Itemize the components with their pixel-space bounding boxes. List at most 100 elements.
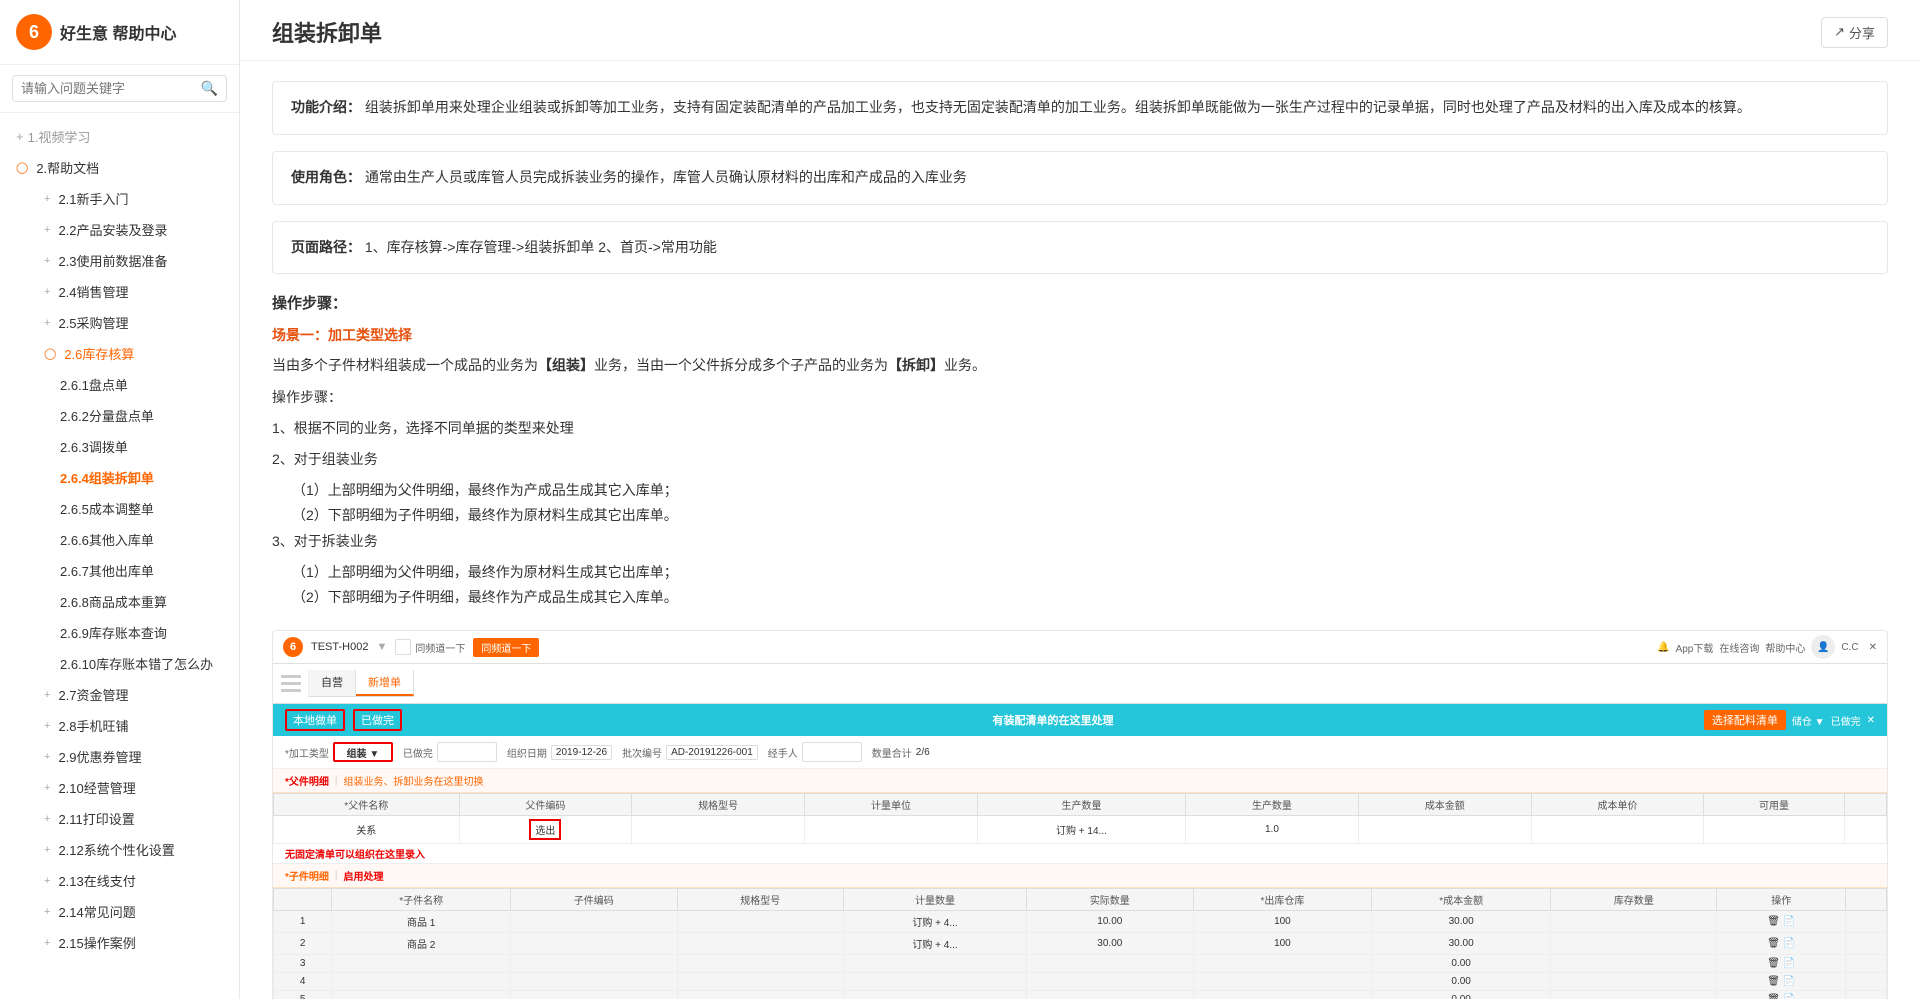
step3-sub1: （1）上部明细为父件明细，最终作为原材料生成其它出库单； <box>292 560 1888 585</box>
steps-title: 操作步骤： <box>272 385 1888 410</box>
sidebar-item-label: 2.13在线支付 <box>58 871 135 890</box>
sidebar-item-s2_11[interactable]: + 2.11打印设置 <box>16 803 239 834</box>
role-text: 通常由生产人员或库管人员完成拆装业务的操作，库管人员确认原材料的出库和产成品的入… <box>365 169 967 185</box>
sidebar-item-help-docs[interactable]: ◯ 2.帮助文档 <box>0 152 239 183</box>
sidebar-item-s2_6_4[interactable]: 2.6.4组装拆卸单 <box>32 462 239 493</box>
sidebar-item-s2_5[interactable]: + 2.5采购管理 <box>16 307 239 338</box>
search-input[interactable] <box>21 81 201 96</box>
sidebar-item-label: 2.15操作案例 <box>58 933 135 952</box>
nav-sub-help: + 2.1新手入门 + 2.2产品安装及登录 + 2.3使用前数据准备 + 2.… <box>0 183 239 958</box>
mock-table-child: *子件名称子件编码规格型号计量数量 实际数量*出库仓库*成本金额库存数量操作 1… <box>273 888 1887 999</box>
sidebar-item-s2_6_8[interactable]: 2.6.8商品成本重算 <box>32 586 239 617</box>
plus-icon-small: + <box>44 875 50 887</box>
scene1-title: 场景一：加工类型选择 <box>272 325 1888 345</box>
sidebar-item-label: 2.7资金管理 <box>58 685 128 704</box>
sidebar-item-s2_10[interactable]: + 2.10经营管理 <box>16 772 239 803</box>
page-header: 组装拆卸单 ↗ 分享 <box>240 0 1920 61</box>
logo-area: 6 好生意 帮助中心 <box>0 0 239 65</box>
plus-icon-small: + <box>44 255 50 267</box>
step2: 2、对于组装业务 <box>272 447 1888 472</box>
sidebar-item-label: 2.6.6其他入库单 <box>60 530 154 549</box>
sidebar-item-s2_4[interactable]: + 2.4销售管理 <box>16 276 239 307</box>
sidebar-item-s2_12[interactable]: + 2.12系统个性化设置 <box>16 834 239 865</box>
sidebar-item-label: 2.6.10库存账本错了怎么办 <box>60 654 213 673</box>
sidebar-item-s2_6_10[interactable]: 2.6.10库存账本错了怎么办 <box>32 648 239 679</box>
sidebar-item-video[interactable]: + 1.视频学习 <box>0 121 239 152</box>
step1: 1、根据不同的业务，选择不同单据的类型来处理 <box>272 416 1888 441</box>
content-area: 功能介绍： 组装拆卸单用来处理企业组装或拆卸等加工业务，支持有固定装配清单的产品… <box>240 61 1920 999</box>
sidebar-item-label: 2.5采购管理 <box>58 313 128 332</box>
share-label: 分享 <box>1849 23 1875 42</box>
sidebar-item-label: 2.14常见问题 <box>58 902 135 921</box>
sidebar-item-label: 2.11打印设置 <box>58 809 134 828</box>
mock-table-parent: *父件名称父件编码规格型号计量单位 生产数量生产数量成本金额成本单价可用量 关系… <box>273 793 1887 844</box>
mock-header-annotation: 有装配清单的在这里处理 <box>992 712 1113 728</box>
sidebar-item-label: 2.8手机旺铺 <box>58 716 128 735</box>
search-box[interactable]: 🔍 <box>12 75 227 102</box>
share-icon: ↗ <box>1834 24 1845 40</box>
sidebar-item-s2_8[interactable]: + 2.8手机旺铺 <box>16 710 239 741</box>
search-icon: 🔍 <box>201 80 218 97</box>
sidebar-item-s2_6_7[interactable]: 2.6.7其他出库单 <box>32 555 239 586</box>
mock-tab-new[interactable]: 新增单 <box>356 670 414 696</box>
mock-title: TEST-H002 <box>311 641 368 653</box>
plus-icon-small: + <box>44 782 50 794</box>
sidebar-item-s2_3[interactable]: + 2.3使用前数据准备 <box>16 245 239 276</box>
step2-sub1: （1）上部明细为父件明细，最终作为产成品生成其它入库单； <box>292 478 1888 503</box>
sidebar-item-s2_6_1[interactable]: 2.6.1盘点单 <box>32 369 239 400</box>
sidebar-item-label: 2.6.4组装拆卸单 <box>60 468 154 487</box>
sidebar-item-label: 2.4销售管理 <box>58 282 128 301</box>
page-title: 组装拆卸单 <box>272 16 382 48</box>
nav-tree: + 1.视频学习 ◯ 2.帮助文档 + 2.1新手入门 + 2.2产品安装及登录… <box>0 113 239 999</box>
share-button[interactable]: ↗ 分享 <box>1821 17 1888 48</box>
sidebar-item-s2_6_6[interactable]: 2.6.6其他入库单 <box>32 524 239 555</box>
sidebar-item-s2_2[interactable]: + 2.2产品安装及登录 <box>16 214 239 245</box>
plus-icon-small: + <box>44 720 50 732</box>
step3-sub2: （2）下部明细为子件明细，最终作为产成品生成其它入库单。 <box>292 585 1888 610</box>
sidebar-item-label: 2.12系统个性化设置 <box>58 840 174 859</box>
plus-icon-small: + <box>44 751 50 763</box>
step2-subs: （1）上部明细为父件明细，最终作为产成品生成其它入库单； （2）下部明细为子件明… <box>272 478 1888 528</box>
sidebar-item-s2_14[interactable]: + 2.14常见问题 <box>16 896 239 927</box>
search-area: 🔍 <box>0 65 239 113</box>
plus-icon-small: + <box>44 906 50 918</box>
sidebar-item-s2_6_2[interactable]: 2.6.2分量盘点单 <box>32 400 239 431</box>
sidebar-item-s2_7[interactable]: + 2.7资金管理 <box>16 679 239 710</box>
plus-icon-small: + <box>44 193 50 205</box>
role-label: 使用角色： <box>291 169 361 185</box>
main-content: 组装拆卸单 ↗ 分享 功能介绍： 组装拆卸单用来处理企业组装或拆卸等加工业务，支… <box>240 0 1920 999</box>
sidebar-item-s2_9[interactable]: + 2.9优惠券管理 <box>16 741 239 772</box>
minus-icon: ◯ <box>16 161 28 174</box>
func-intro-box: 功能介绍： 组装拆卸单用来处理企业组装或拆卸等加工业务，支持有固定装配清单的产品… <box>272 81 1888 135</box>
sidebar-item-s2_6[interactable]: ◯ 2.6库存核算 <box>16 338 239 369</box>
path-box: 页面路径： 1、库存核算->库存管理->组装拆卸单 2、首页->常用功能 <box>272 221 1888 275</box>
step3-subs: （1）上部明细为父件明细，最终作为原材料生成其它出库单； （2）下部明细为子件明… <box>272 560 1888 610</box>
sidebar-item-label: 2.2产品安装及登录 <box>58 220 167 239</box>
nav-sub-inventory: 2.6.1盘点单 2.6.2分量盘点单 2.6.3调拨单 2.6.4组装拆卸单 … <box>16 369 239 679</box>
plus-icon-small: + <box>44 813 50 825</box>
plus-icon-small: + <box>44 689 50 701</box>
plus-icon: + <box>16 129 24 144</box>
sidebar-item-label: 2.6.1盘点单 <box>60 375 128 394</box>
sidebar-item-s2_6_3[interactable]: 2.6.3调拨单 <box>32 431 239 462</box>
func-intro-text: 组装拆卸单用来处理企业组装或拆卸等加工业务，支持有固定装配清单的产品加工业务，也… <box>365 99 1751 115</box>
sidebar-item-label: 2.6库存核算 <box>64 344 134 363</box>
sidebar-item-s2_1[interactable]: + 2.1新手入门 <box>16 183 239 214</box>
path-label: 页面路径： <box>291 239 361 255</box>
section-label-parent: *父件明细 <box>285 773 329 788</box>
plus-icon-small: + <box>44 224 50 236</box>
sidebar-item-label: 2.9优惠券管理 <box>58 747 141 766</box>
sidebar-item-label: 2.10经营管理 <box>58 778 135 797</box>
mock-tab-zying[interactable]: 自营 <box>309 670 356 696</box>
sidebar-item-s2_6_9[interactable]: 2.6.9库存账本查询 <box>32 617 239 648</box>
sidebar-item-s2_15[interactable]: + 2.15操作案例 <box>16 927 239 958</box>
sidebar-item-s2_6_5[interactable]: 2.6.5成本调整单 <box>32 493 239 524</box>
minus-icon-small: ◯ <box>44 347 56 360</box>
ops-title: 操作步骤： <box>272 292 1888 313</box>
logo-icon: 6 <box>16 14 52 50</box>
sidebar-item-label: 2.6.8商品成本重算 <box>60 592 167 611</box>
scene1-desc: 当由多个子件材料组装成一个成品的业务为【组装】业务，当由一个父件拆分成多个子产品… <box>272 353 1888 378</box>
section-label-child: *子件明细 <box>285 868 329 883</box>
sidebar-item-s2_13[interactable]: + 2.13在线支付 <box>16 865 239 896</box>
sidebar-item-label: 2.6.5成本调整单 <box>60 499 154 518</box>
